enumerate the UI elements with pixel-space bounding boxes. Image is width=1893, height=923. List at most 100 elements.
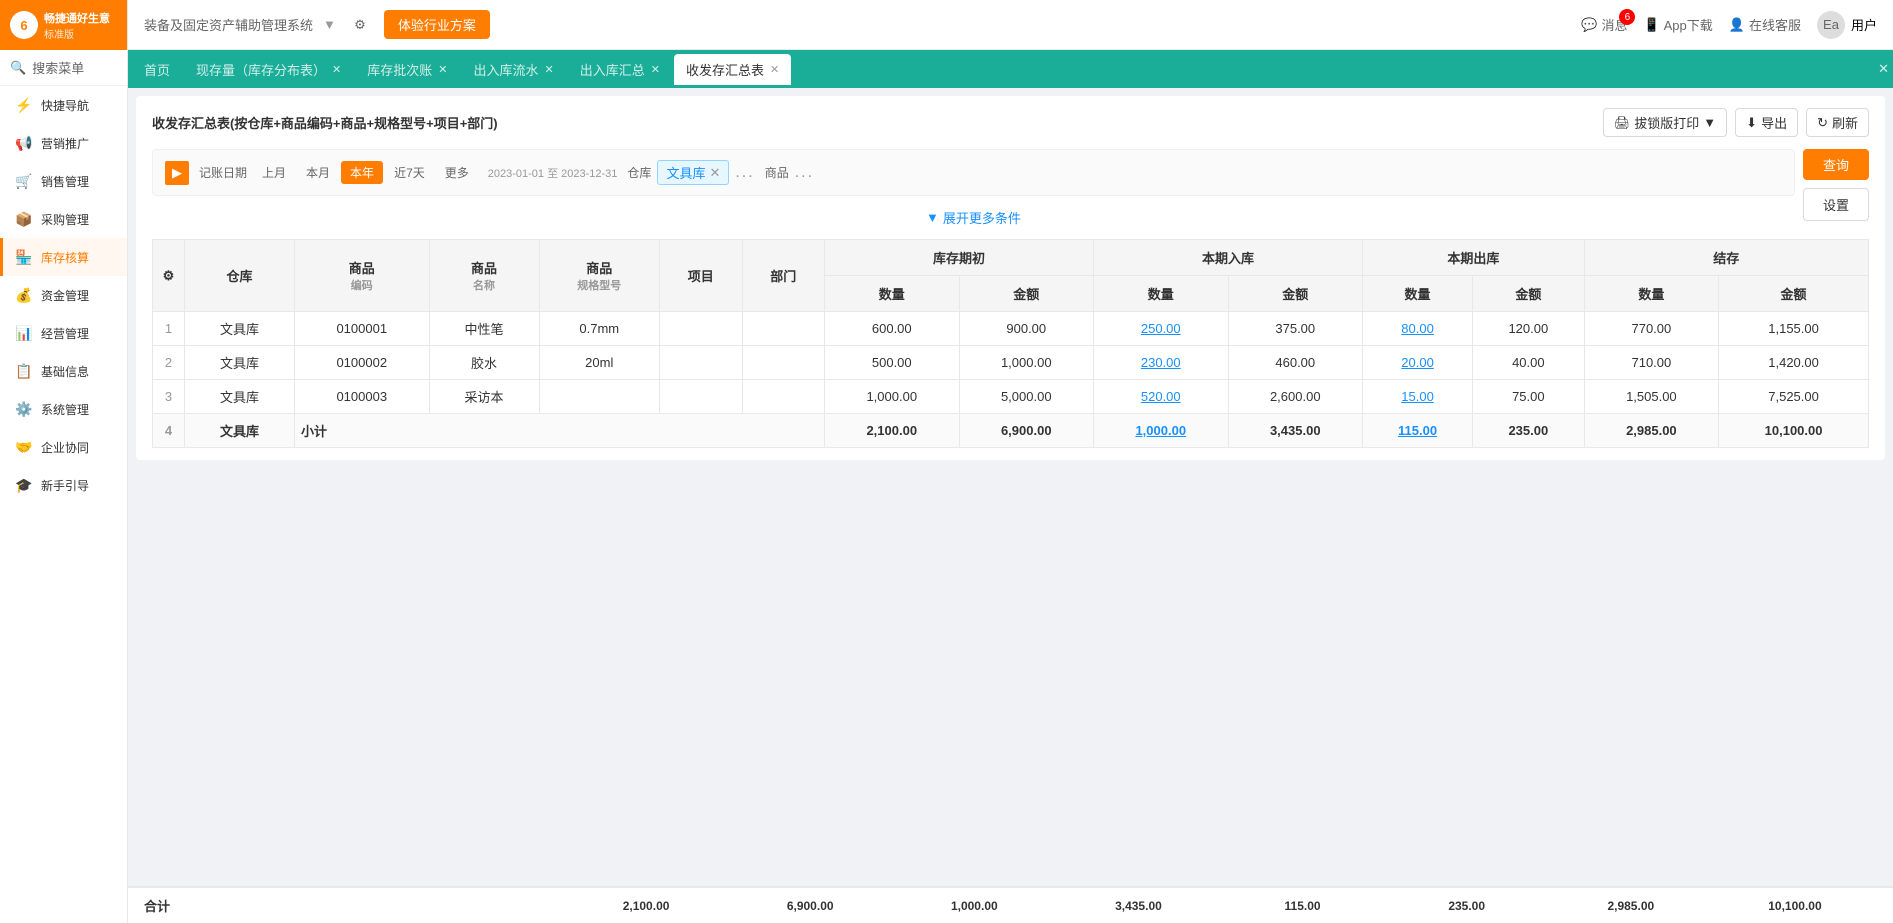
row-out-amt: 75.00 [1473,380,1585,414]
sidebar-item-label: 经营管理 [41,325,89,342]
date-btn-this-year[interactable]: 本年 [341,161,383,184]
service-icon: 👤 [1729,17,1745,33]
operations-icon: 📊 [15,324,33,342]
message-button[interactable]: 💬 消息 6 [1581,15,1627,34]
close-all-tabs-button[interactable]: ✕ [1870,61,1889,77]
tab-batch[interactable]: 库存批次账 ✕ [355,54,459,85]
tab-inout-summary[interactable]: 出入库汇总 ✕ [568,54,672,85]
sales-icon: 🛒 [15,172,33,190]
date-btn-this-month[interactable]: 本月 [297,161,339,184]
tab-close-icon[interactable]: ✕ [332,63,341,76]
search-label: 搜索菜单 [32,58,84,77]
sidebar-item-system[interactable]: ⚙️ 系统管理 [0,390,127,428]
app-download-button[interactable]: 📱 App下载 [1643,15,1712,34]
row-balance-amt: 1,155.00 [1719,312,1869,346]
date-btn-more[interactable]: 更多 [436,161,478,184]
opening-qty-col-header: 数量 [825,276,960,312]
total-out-qty: 115.00 [1221,899,1385,913]
row-out-qty[interactable]: 20.00 [1363,346,1473,380]
sidebar-search-item[interactable]: 🔍 搜索菜单 [0,50,127,86]
sidebar-item-purchase[interactable]: 📦 采购管理 [0,200,127,238]
date-label: 记账日期 [199,164,247,181]
sidebar-item-guide[interactable]: 🎓 新手引导 [0,466,127,504]
tab-close-icon[interactable]: ✕ [651,63,660,76]
print-button[interactable]: 🖨 拔锁版打印 ▼ [1603,108,1727,137]
sidebar-item-basic-info[interactable]: 📋 基础信息 [0,352,127,390]
query-button[interactable]: 查询 [1803,149,1869,180]
row-goods-code: 0100003 [294,380,429,414]
sidebar-item-operations[interactable]: 📊 经营管理 [0,314,127,352]
subtotal-row: 4 文具库 小计 2,100.00 6,900.00 1,000.00 3,43… [153,414,1869,448]
filter-expand-button[interactable]: ▶ [165,161,189,185]
row-num: 3 [153,380,185,414]
table-row: 3 文具库 0100003 采访本 1,000.00 5,000.00 520.… [153,380,1869,414]
settings-button[interactable]: 设置 [1803,188,1869,221]
warehouse-more-button[interactable]: ... [735,164,754,182]
subtotal-in-qty[interactable]: 1,000.00 [1094,414,1229,448]
out-stock-col-header: 本期出库 [1363,240,1585,276]
sidebar-item-finance[interactable]: 💰 资金管理 [0,276,127,314]
subtotal-balance-qty: 2,985.00 [1584,414,1719,448]
online-service-label: 在线客服 [1749,15,1801,34]
tab-inventory-dist[interactable]: 现存量（库存分布表） ✕ [184,54,353,85]
subtotal-label: 小计 [294,414,824,448]
row-project [660,346,743,380]
row-in-qty[interactable]: 520.00 [1094,380,1229,414]
sidebar-item-label: 销售管理 [41,173,89,190]
sidebar-item-marketing[interactable]: 📢 营销推广 [0,124,127,162]
user-label: 用户 [1851,15,1877,34]
date-btn-7days[interactable]: 近7天 [385,161,434,184]
sidebar-item-label: 快捷导航 [41,97,89,114]
expand-label: 展开更多条件 [943,208,1021,227]
row-out-qty[interactable]: 80.00 [1363,312,1473,346]
tab-close-icon[interactable]: ✕ [438,63,447,76]
date-filter-group: 记账日期 上月 本月 本年 近7天 更多 2023-01-01 至 2023-1… [199,161,617,184]
sidebar-item-collaboration[interactable]: 🤝 企业协同 [0,428,127,466]
row-in-qty[interactable]: 250.00 [1094,312,1229,346]
experience-button[interactable]: 体验行业方案 [384,10,490,39]
refresh-button[interactable]: ↻ 刷新 [1806,108,1869,137]
row-balance-qty: 1,505.00 [1584,380,1719,414]
footer-numbers: 2,100.00 6,900.00 1,000.00 3,435.00 115.… [564,899,1877,913]
row-out-qty[interactable]: 15.00 [1363,380,1473,414]
date-btn-last-month[interactable]: 上月 [253,161,295,184]
tab-inout-flow[interactable]: 出入库流水 ✕ [461,54,565,85]
online-service-button[interactable]: 👤 在线客服 [1729,15,1801,34]
sidebar-item-quick-nav[interactable]: ⚡ 快捷导航 [0,86,127,124]
sidebar-item-inventory[interactable]: 🏪 库存核算 [0,238,127,276]
total-balance-amt: 10,100.00 [1713,899,1877,913]
row-out-amt: 120.00 [1473,312,1585,346]
sidebar-item-label: 库存核算 [41,249,89,266]
row-opening-qty: 500.00 [825,346,960,380]
tab-close-icon[interactable]: ✕ [770,63,779,76]
subtotal-out-qty[interactable]: 115.00 [1363,414,1473,448]
expand-more-conditions[interactable]: ▼ 展开更多条件 [152,204,1795,231]
tab-close-icon[interactable]: ✕ [545,63,554,76]
sidebar-item-sales[interactable]: 🛒 销售管理 [0,162,127,200]
row-goods-code: 0100001 [294,312,429,346]
warehouse-tag-close[interactable]: ✕ [709,165,720,181]
row-balance-qty: 770.00 [1584,312,1719,346]
tab-recv-send-summary[interactable]: 收发存汇总表 ✕ [674,54,791,85]
sidebar-item-label: 系统管理 [41,401,89,418]
goods-more-button[interactable]: ... [795,164,814,182]
gear-button[interactable]: ⚙ [346,11,374,39]
avatar: Ea [1817,11,1845,39]
row-in-qty[interactable]: 230.00 [1094,346,1229,380]
goods-name-col-header: 商品名称 [429,240,539,312]
date-buttons: 上月 本月 本年 近7天 更多 [253,161,478,184]
total-opening-qty: 2,100.00 [564,899,728,913]
balance-amt-col-header: 金额 [1719,276,1869,312]
export-button[interactable]: ⬇ 导出 [1735,108,1798,137]
download-icon: 📱 [1643,17,1659,33]
sidebar-item-label: 新手引导 [41,477,89,494]
row-opening-qty: 1,000.00 [825,380,960,414]
subtotal-out-amt: 235.00 [1473,414,1585,448]
row-warehouse: 文具库 [185,380,295,414]
row-opening-amt: 900.00 [959,312,1094,346]
tab-home[interactable]: 首页 [132,54,182,85]
sidebar-item-label: 营销推广 [41,135,89,152]
user-info[interactable]: Ea 用户 [1817,11,1877,39]
sidebar-item-label: 资金管理 [41,287,89,304]
warehouse-filter-group: 仓库 文具库 ✕ ... [627,160,754,185]
